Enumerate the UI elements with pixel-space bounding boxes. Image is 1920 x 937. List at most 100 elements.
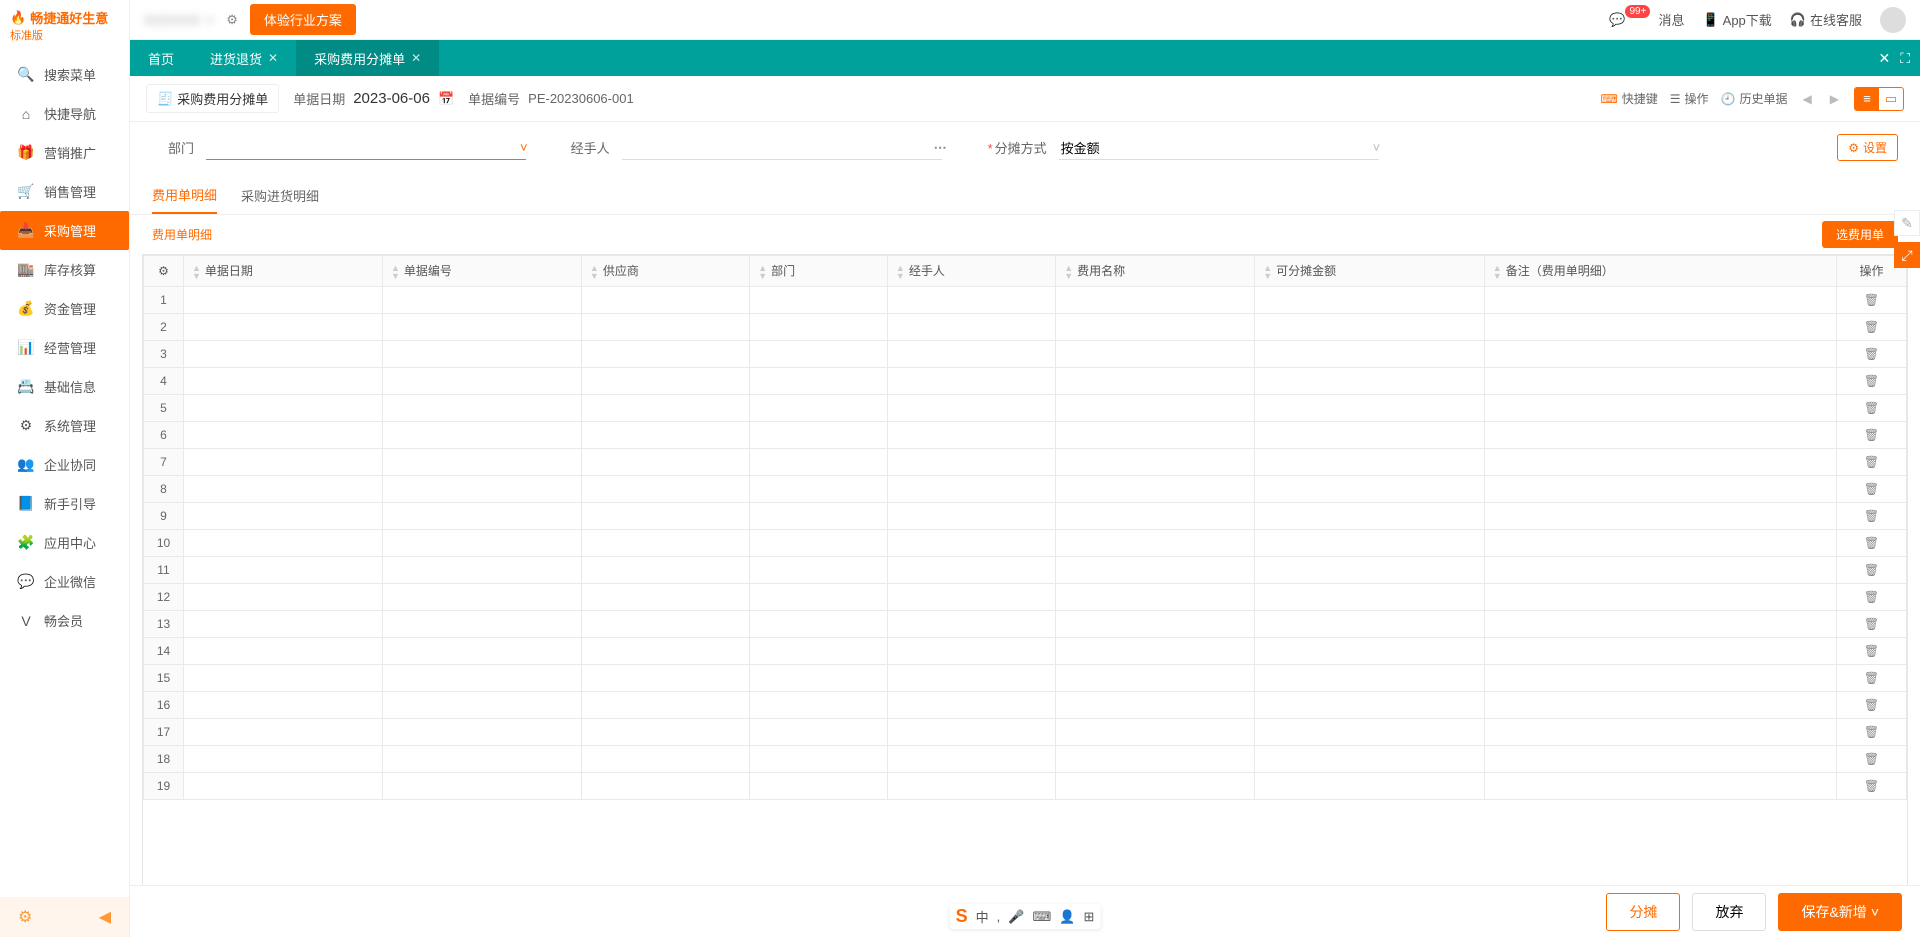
cell[interactable]	[382, 286, 581, 313]
cell[interactable]	[581, 610, 749, 637]
cell[interactable]	[1056, 718, 1255, 745]
cell[interactable]	[1484, 313, 1836, 340]
cell[interactable]	[1484, 421, 1836, 448]
collapse-icon[interactable]: ◀	[99, 907, 111, 927]
org-selector[interactable]: XXXXXX ˅	[144, 12, 214, 28]
cell[interactable]	[184, 286, 383, 313]
cell[interactable]	[750, 691, 888, 718]
dept-input[interactable]	[206, 136, 526, 160]
cell[interactable]	[1056, 394, 1255, 421]
cell[interactable]	[184, 529, 383, 556]
cell[interactable]	[887, 718, 1055, 745]
cell[interactable]	[184, 556, 383, 583]
close-icon[interactable]: ✕	[411, 51, 421, 65]
sidebar-item[interactable]: ⚙系统管理	[0, 406, 129, 445]
tab-purchase-detail[interactable]: 采购进货明细	[241, 178, 319, 213]
cell[interactable]	[382, 313, 581, 340]
cell[interactable]	[1484, 610, 1836, 637]
cell[interactable]	[382, 718, 581, 745]
cell[interactable]	[1484, 340, 1836, 367]
cell[interactable]	[1484, 583, 1836, 610]
cell[interactable]	[750, 367, 888, 394]
cell[interactable]	[382, 394, 581, 421]
settings-icon[interactable]: ⚙	[18, 907, 32, 927]
cell[interactable]	[581, 556, 749, 583]
gear-icon[interactable]: ⚙	[226, 12, 238, 28]
cell[interactable]	[581, 394, 749, 421]
cell[interactable]	[750, 421, 888, 448]
cell[interactable]	[1056, 745, 1255, 772]
sidebar-item[interactable]: 💰资金管理	[0, 289, 129, 328]
cell[interactable]	[1255, 583, 1485, 610]
cell[interactable]	[750, 313, 888, 340]
tab[interactable]: 采购费用分摊单✕	[296, 40, 439, 76]
cell[interactable]	[750, 529, 888, 556]
cell[interactable]	[887, 664, 1055, 691]
cell[interactable]	[1056, 772, 1255, 799]
tab[interactable]: 首页	[130, 40, 192, 76]
sidebar-item[interactable]: 📇基础信息	[0, 367, 129, 406]
cell[interactable]	[1255, 529, 1485, 556]
sort-icon[interactable]: ▲▼	[896, 264, 905, 280]
cell[interactable]	[382, 367, 581, 394]
cell[interactable]	[1056, 583, 1255, 610]
grid-icon[interactable]: ⊞	[1083, 909, 1094, 925]
sort-icon[interactable]: ▲▼	[590, 264, 599, 280]
date-value[interactable]: 2023-06-06	[353, 90, 430, 107]
fullscreen-icon[interactable]: ⛶	[1900, 50, 1910, 67]
tab-expense-detail[interactable]: 费用单明细	[152, 177, 217, 214]
cell[interactable]	[887, 502, 1055, 529]
cell[interactable]	[1255, 637, 1485, 664]
edit-icon[interactable]: ✎	[1894, 210, 1920, 236]
table-wrapper[interactable]: ⚙▲▼单据日期▲▼单据编号▲▼供应商▲▼部门▲▼经手人▲▼费用名称▲▼可分摊金额…	[142, 254, 1908, 889]
cta-button[interactable]: 体验行业方案	[250, 4, 356, 35]
person-icon[interactable]: 👤	[1059, 909, 1075, 925]
cell[interactable]	[750, 664, 888, 691]
expand-icon[interactable]: ⤢	[1894, 242, 1920, 268]
cell[interactable]	[581, 286, 749, 313]
messages-link[interactable]: 💬 99+ 消息	[1609, 10, 1684, 29]
cell[interactable]	[1255, 448, 1485, 475]
delete-row-icon[interactable]: 🗑	[1837, 772, 1907, 799]
cell[interactable]	[1056, 664, 1255, 691]
cell[interactable]	[1484, 772, 1836, 799]
cell[interactable]	[1056, 475, 1255, 502]
cell[interactable]	[750, 394, 888, 421]
cell[interactable]	[1255, 691, 1485, 718]
column-header[interactable]: ▲▼单据编号	[382, 256, 581, 287]
cell[interactable]	[750, 286, 888, 313]
column-header[interactable]: ▲▼经手人	[887, 256, 1055, 287]
cell[interactable]	[581, 637, 749, 664]
cell[interactable]	[887, 367, 1055, 394]
delete-row-icon[interactable]: 🗑	[1837, 502, 1907, 529]
sidebar-item[interactable]: 📥采购管理	[0, 211, 129, 250]
ime-bar[interactable]: S 中 , 🎤 ⌨ 👤 ⊞	[950, 904, 1101, 929]
more-icon[interactable]: ⋯	[934, 140, 948, 156]
column-header[interactable]: ▲▼费用名称	[1056, 256, 1255, 287]
gear-icon[interactable]: ⚙	[158, 264, 169, 278]
sidebar-item[interactable]: 🎁营销推广	[0, 133, 129, 172]
cell[interactable]	[750, 502, 888, 529]
cell[interactable]	[1484, 367, 1836, 394]
avatar[interactable]	[1880, 7, 1906, 33]
cell[interactable]	[887, 610, 1055, 637]
cell[interactable]	[750, 610, 888, 637]
cell[interactable]	[1056, 448, 1255, 475]
sidebar-item[interactable]: 📊经营管理	[0, 328, 129, 367]
sidebar-item[interactable]: 🏬库存核算	[0, 250, 129, 289]
cell[interactable]	[887, 772, 1055, 799]
shortcut-link[interactable]: ⌨快捷键	[1600, 90, 1657, 107]
delete-row-icon[interactable]: 🗑	[1837, 691, 1907, 718]
cell[interactable]	[887, 583, 1055, 610]
cell[interactable]	[382, 340, 581, 367]
app-download-link[interactable]: 📱 App下载	[1702, 10, 1771, 29]
cell[interactable]	[184, 718, 383, 745]
cell[interactable]	[1056, 637, 1255, 664]
cell[interactable]	[184, 772, 383, 799]
cell[interactable]	[750, 556, 888, 583]
close-all-icon[interactable]: ✕	[1878, 50, 1890, 67]
cell[interactable]	[1255, 610, 1485, 637]
close-icon[interactable]: ✕	[268, 51, 278, 65]
cell[interactable]	[1484, 475, 1836, 502]
cell[interactable]	[581, 529, 749, 556]
